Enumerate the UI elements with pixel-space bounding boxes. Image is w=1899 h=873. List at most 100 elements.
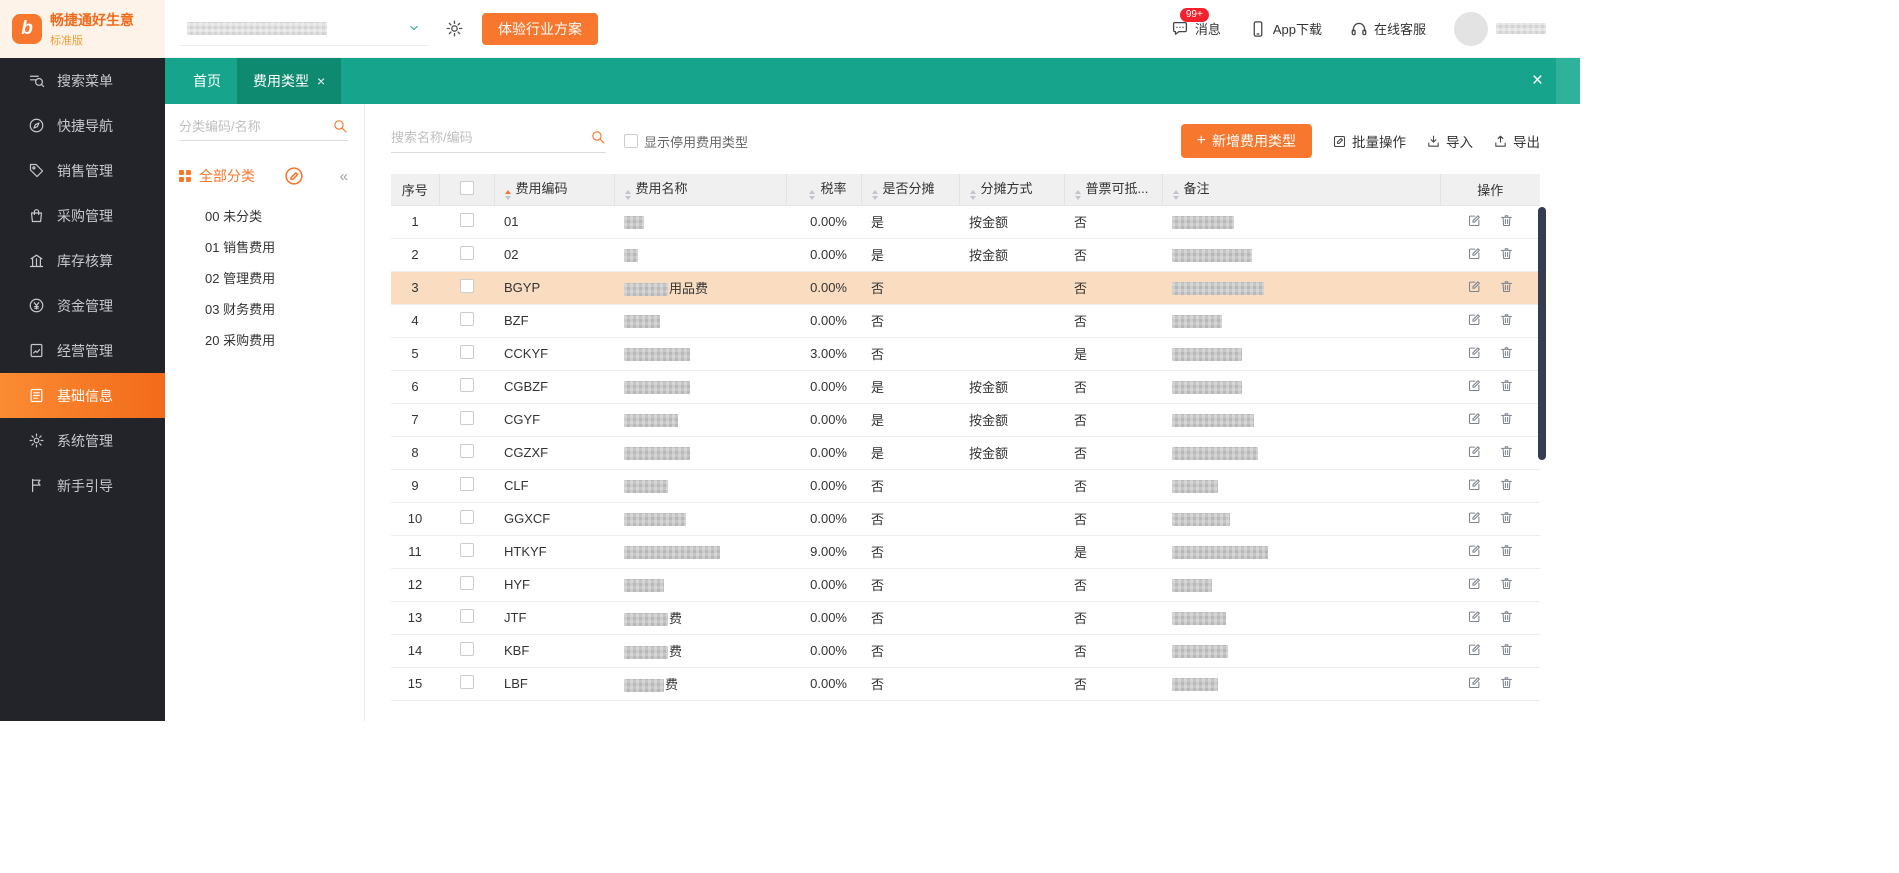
row-checkbox[interactable]	[459, 312, 474, 326]
column-header-5[interactable]: 是否分摊	[861, 174, 960, 206]
trash-icon[interactable]	[1499, 675, 1514, 690]
trash-icon[interactable]	[1499, 444, 1514, 459]
edit-icon[interactable]	[1467, 444, 1482, 459]
row-checkbox[interactable]	[459, 675, 474, 689]
trash-icon[interactable]	[1499, 543, 1514, 558]
row-checkbox[interactable]	[459, 378, 474, 392]
table-row[interactable]: 3 BGYP 用品费 0.00% 否否	[391, 271, 1540, 305]
row-checkbox[interactable]	[459, 411, 474, 425]
sort-carets[interactable]	[809, 190, 816, 201]
edit-icon[interactable]	[1467, 312, 1482, 327]
edit-icon[interactable]	[1467, 345, 1482, 360]
edit-icon[interactable]	[1467, 675, 1482, 690]
row-checkbox[interactable]	[459, 576, 474, 590]
table-row[interactable]: 7 CGYF 0.00% 是按金额否	[391, 403, 1540, 437]
support-button[interactable]: 在线客服	[1350, 19, 1426, 38]
trash-icon[interactable]	[1499, 345, 1514, 360]
column-header-7[interactable]: 普票可抵...	[1064, 174, 1163, 206]
show-disabled-checkbox-row[interactable]: 显示停用费用类型	[624, 132, 748, 151]
column-header-3[interactable]: 费用名称	[614, 174, 787, 206]
category-search-input[interactable]	[179, 118, 326, 134]
row-checkbox[interactable]	[459, 444, 474, 458]
trash-icon[interactable]	[1499, 246, 1514, 261]
close-icon[interactable]: ×	[317, 73, 325, 89]
row-checkbox[interactable]	[459, 279, 474, 293]
sort-carets[interactable]	[871, 190, 878, 201]
edit-icon[interactable]	[1467, 543, 1482, 558]
edit-category-icon[interactable]	[283, 165, 305, 187]
edit-icon[interactable]	[1467, 576, 1482, 591]
sort-carets[interactable]	[504, 190, 511, 201]
sidebar-item-8[interactable]: 系统管理	[0, 418, 165, 463]
sidebar-item-4[interactable]: 库存核算	[0, 238, 165, 283]
experience-button[interactable]: 体验行业方案	[482, 12, 598, 45]
sort-carets[interactable]	[1074, 190, 1081, 201]
trash-icon[interactable]	[1499, 312, 1514, 327]
sidebar-item-9[interactable]: 新手引导	[0, 463, 165, 508]
row-checkbox[interactable]	[459, 345, 474, 359]
row-checkbox[interactable]	[459, 246, 474, 260]
gear-icon[interactable]	[445, 19, 464, 38]
table-row[interactable]: 4 BZF 0.00% 否否	[391, 304, 1540, 338]
edit-icon[interactable]	[1467, 609, 1482, 624]
collapse-panel-icon[interactable]: «	[340, 168, 348, 185]
column-header-2[interactable]: 费用编码	[494, 174, 615, 206]
row-checkbox[interactable]	[459, 609, 474, 623]
tab-scroll-button[interactable]	[1556, 58, 1580, 104]
table-row[interactable]: 10 GGXCF 0.00% 否否	[391, 502, 1540, 536]
batch-actions-button[interactable]: 批量操作	[1332, 131, 1406, 151]
sidebar-item-2[interactable]: 销售管理	[0, 148, 165, 193]
tab-1[interactable]: 费用类型 ×	[237, 58, 342, 104]
table-row[interactable]: 5 CCKYF 3.00% 否 是	[391, 337, 1540, 371]
edit-icon[interactable]	[1467, 510, 1482, 525]
edit-icon[interactable]	[1467, 213, 1482, 228]
export-button[interactable]: 导出	[1493, 131, 1540, 151]
table-row[interactable]: 2 02 0.00% 是按金额否	[391, 238, 1540, 272]
org-selector[interactable]	[179, 12, 429, 46]
sidebar-item-1[interactable]: 快捷导航	[0, 103, 165, 148]
table-search-input[interactable]	[391, 129, 584, 145]
close-icon[interactable]: ×	[1519, 70, 1556, 92]
category-item-1[interactable]: 01 销售费用	[179, 232, 348, 263]
edit-icon[interactable]	[1467, 378, 1482, 393]
table-scrollbar-thumb[interactable]	[1538, 207, 1546, 460]
table-row[interactable]: 15 LBF 费 0.00% 否否	[391, 667, 1540, 701]
sidebar-item-6[interactable]: 经营管理	[0, 328, 165, 373]
header-checkbox[interactable]	[459, 180, 474, 195]
table-row[interactable]: 13 JTF 费 0.00% 否否	[391, 601, 1540, 635]
category-item-0[interactable]: 00 未分类	[179, 201, 348, 232]
trash-icon[interactable]	[1499, 378, 1514, 393]
category-item-4[interactable]: 20 采购费用	[179, 325, 348, 356]
trash-icon[interactable]	[1499, 213, 1514, 228]
sort-carets[interactable]	[969, 190, 976, 201]
table-row[interactable]: 8 CGZXF 0.00% 是按金额否	[391, 436, 1540, 470]
sort-carets[interactable]	[1172, 190, 1179, 201]
trash-icon[interactable]	[1499, 279, 1514, 294]
trash-icon[interactable]	[1499, 411, 1514, 426]
column-header-4[interactable]: 税率	[786, 174, 862, 206]
edit-icon[interactable]	[1467, 642, 1482, 657]
trash-icon[interactable]	[1499, 576, 1514, 591]
row-checkbox[interactable]	[459, 213, 474, 227]
search-icon[interactable]	[590, 129, 606, 145]
category-item-2[interactable]: 02 管理费用	[179, 263, 348, 294]
edit-icon[interactable]	[1467, 279, 1482, 294]
row-checkbox[interactable]	[459, 543, 474, 557]
sidebar-item-3[interactable]: 采购管理	[0, 193, 165, 238]
sidebar-item-0[interactable]: 搜索菜单	[0, 58, 165, 103]
edit-icon[interactable]	[1467, 411, 1482, 426]
sidebar-item-5[interactable]: 资金管理	[0, 283, 165, 328]
table-row[interactable]: 14 KBF 费 0.00% 否否	[391, 634, 1540, 668]
table-row[interactable]: 6 CGBZF 0.00% 是按金额否	[391, 370, 1540, 404]
user-avatar[interactable]	[1454, 11, 1546, 46]
row-checkbox[interactable]	[459, 477, 474, 491]
trash-icon[interactable]	[1499, 510, 1514, 525]
trash-icon[interactable]	[1499, 609, 1514, 624]
table-row[interactable]: 12 HYF 0.00% 否否	[391, 568, 1540, 602]
table-row[interactable]: 1 01 0.00% 是按金额否	[391, 205, 1540, 239]
column-header-6[interactable]: 分摊方式	[959, 174, 1065, 206]
category-item-3[interactable]: 03 财务费用	[179, 294, 348, 325]
tab-0[interactable]: 首页	[177, 58, 237, 104]
app-download-button[interactable]: App下载	[1249, 19, 1322, 38]
all-categories-label[interactable]: 全部分类	[199, 166, 255, 186]
